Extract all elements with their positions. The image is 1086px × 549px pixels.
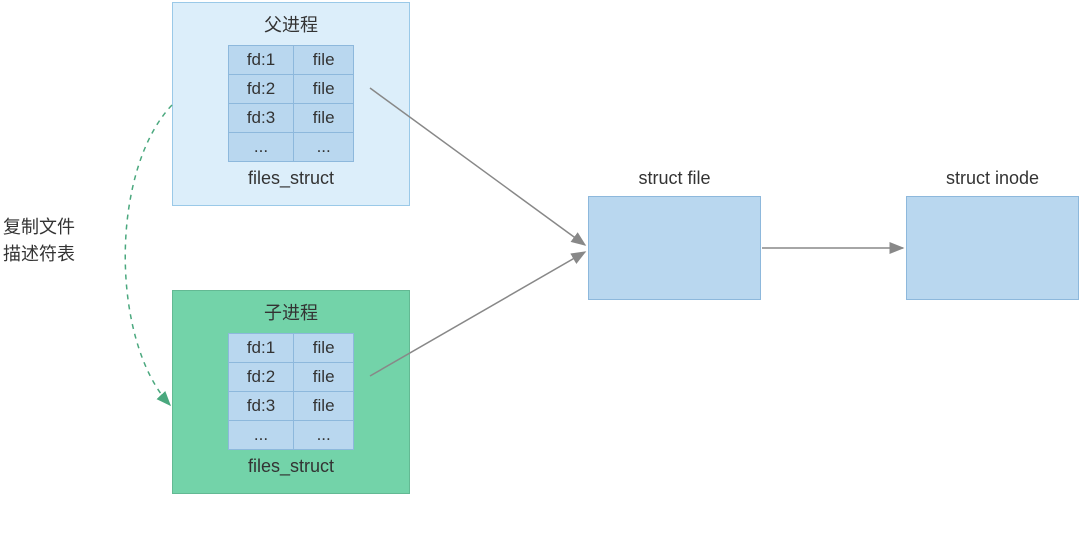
copy-label-line2: 描述符表 <box>3 244 75 264</box>
fd-cell: fd:1 <box>228 334 293 363</box>
file-cell: ... <box>294 421 354 450</box>
child-title: 子进程 <box>173 299 409 325</box>
file-cell: file <box>294 46 354 75</box>
table-row: fd:2 file <box>228 75 353 104</box>
parent-fd-table: fd:1 file fd:2 file fd:3 file ... ... <box>228 45 354 162</box>
parent-process-box: 父进程 fd:1 file fd:2 file fd:3 file ... ..… <box>172 2 410 206</box>
table-row: fd:3 file <box>228 392 353 421</box>
file-cell: file <box>294 75 354 104</box>
fd-cell: ... <box>228 421 293 450</box>
table-row: fd:1 file <box>228 334 353 363</box>
diagram-container: 复制文件 描述符表 父进程 fd:1 file fd:2 file fd:3 f… <box>0 0 1086 549</box>
child-footer: files_struct <box>173 456 409 477</box>
child-process-box: 子进程 fd:1 file fd:2 file fd:3 file ... ..… <box>172 290 410 494</box>
table-row: fd:3 file <box>228 104 353 133</box>
file-cell: file <box>294 334 354 363</box>
file-cell: ... <box>294 133 354 162</box>
fd-cell: fd:3 <box>228 104 293 133</box>
fd-cell: fd:1 <box>228 46 293 75</box>
file-cell: file <box>294 392 354 421</box>
fd-cell: fd:2 <box>228 363 293 392</box>
child-fd-table: fd:1 file fd:2 file fd:3 file ... ... <box>228 333 354 450</box>
fd-cell: ... <box>228 133 293 162</box>
struct-file-label: struct file <box>588 168 761 189</box>
struct-inode-box <box>906 196 1079 300</box>
file-cell: file <box>294 104 354 133</box>
table-row: ... ... <box>228 133 353 162</box>
parent-footer: files_struct <box>173 168 409 189</box>
table-row: fd:1 file <box>228 46 353 75</box>
copy-label-line1: 复制文件 <box>3 217 75 237</box>
file-cell: file <box>294 363 354 392</box>
struct-inode-label: struct inode <box>906 168 1079 189</box>
table-row: ... ... <box>228 421 353 450</box>
table-row: fd:2 file <box>228 363 353 392</box>
struct-file-box <box>588 196 761 300</box>
copy-fd-table-label: 复制文件 描述符表 <box>3 214 133 268</box>
fd-cell: fd:2 <box>228 75 293 104</box>
parent-title: 父进程 <box>173 11 409 37</box>
fd-cell: fd:3 <box>228 392 293 421</box>
